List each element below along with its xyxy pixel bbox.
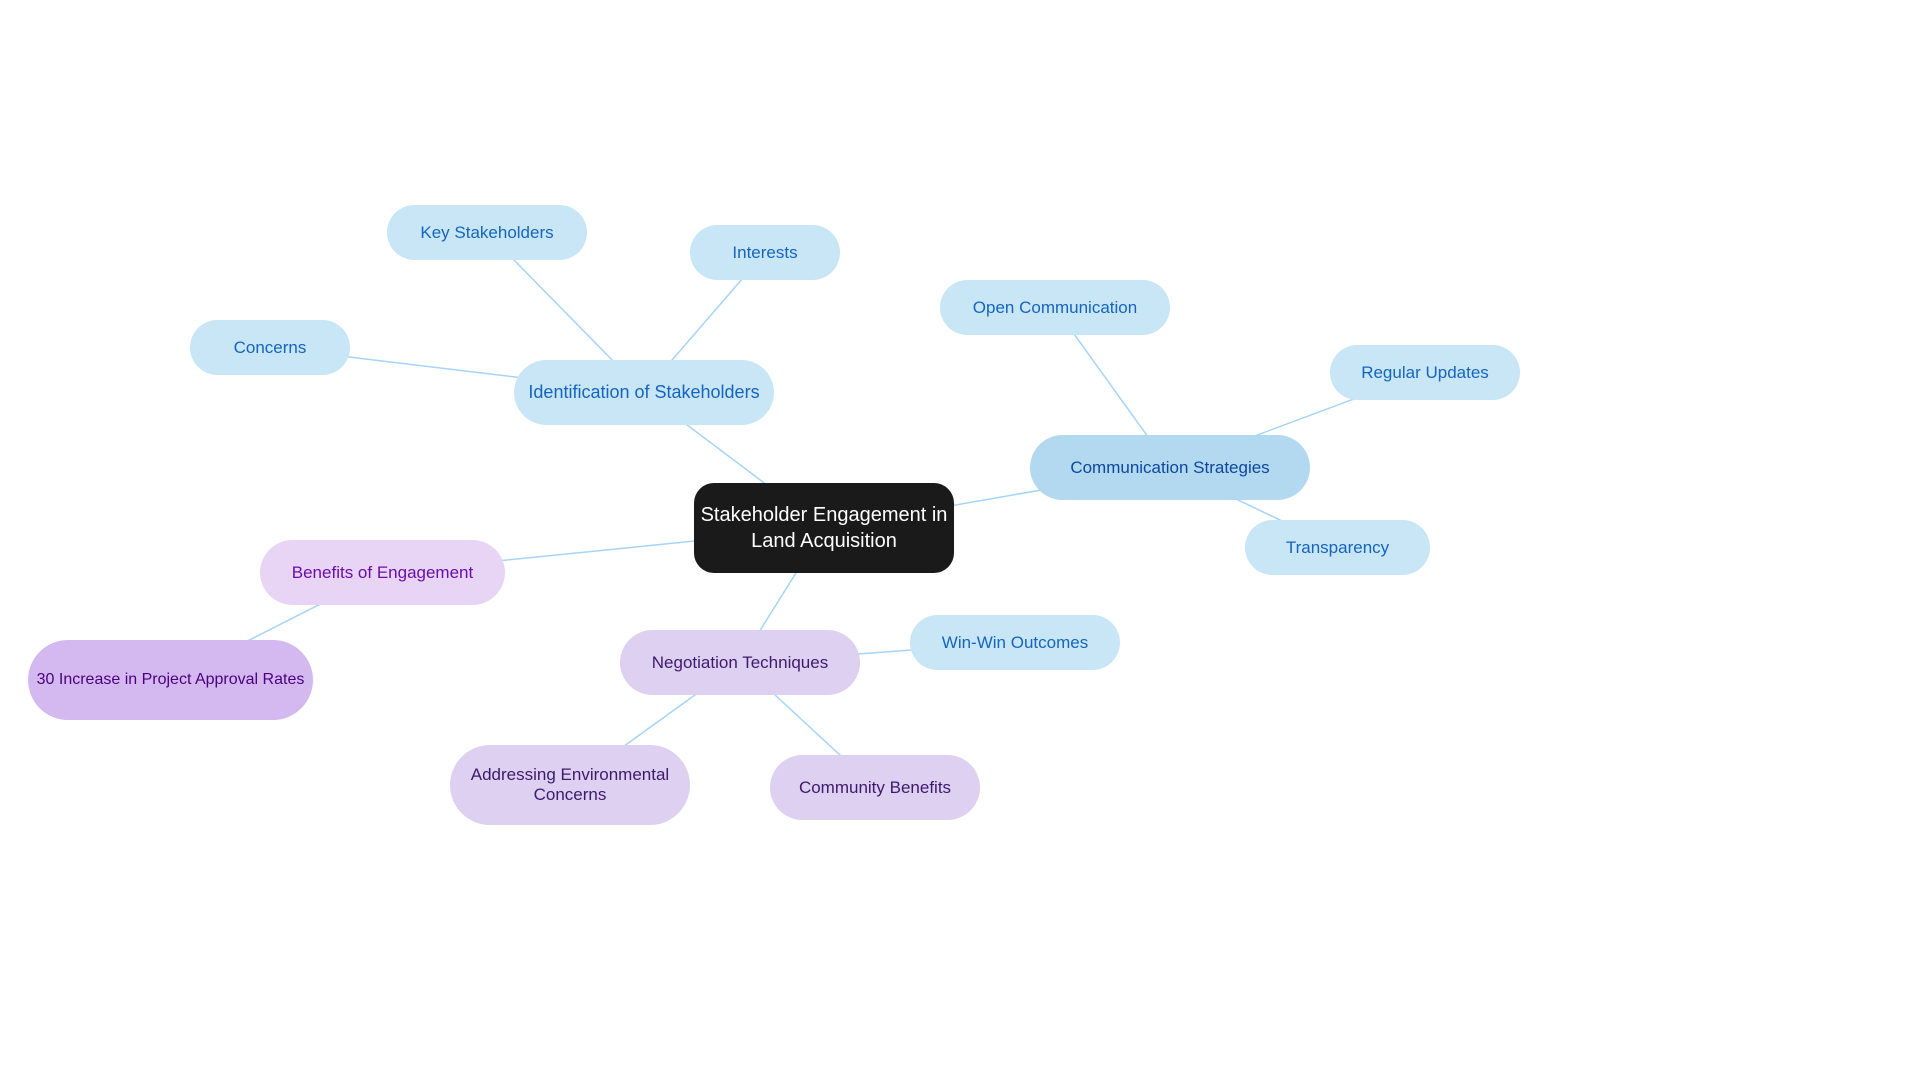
communication-strategies-label: Communication Strategies [1070,458,1269,478]
regular-updates-node[interactable]: Regular Updates [1330,345,1520,400]
community-benefits-node[interactable]: Community Benefits [770,755,980,820]
concerns-label: Concerns [234,338,307,358]
benefits-engagement-label: Benefits of Engagement [292,563,473,583]
addressing-environmental-label: Addressing Environmental Concerns [458,765,682,805]
win-win-outcomes-node[interactable]: Win-Win Outcomes [910,615,1120,670]
negotiation-techniques-label: Negotiation Techniques [652,653,828,673]
key-stakeholders-label: Key Stakeholders [420,223,553,243]
open-communication-node[interactable]: Open Communication [940,280,1170,335]
community-benefits-label: Community Benefits [799,778,951,798]
key-stakeholders-node[interactable]: Key Stakeholders [387,205,587,260]
center-node[interactable]: Stakeholder Engagement in Land Acquisiti… [694,483,954,573]
benefits-engagement-node[interactable]: Benefits of Engagement [260,540,505,605]
center-label: Stakeholder Engagement in Land Acquisiti… [701,502,948,554]
increase-approval-node[interactable]: 30 Increase in Project Approval Rates [28,640,313,720]
win-win-outcomes-label: Win-Win Outcomes [942,633,1088,653]
communication-strategies-node[interactable]: Communication Strategies [1030,435,1310,500]
regular-updates-label: Regular Updates [1361,363,1489,383]
identification-node[interactable]: Identification of Stakeholders [514,360,774,425]
concerns-node[interactable]: Concerns [190,320,350,375]
transparency-node[interactable]: Transparency [1245,520,1430,575]
identification-label: Identification of Stakeholders [528,382,759,403]
interests-label: Interests [732,243,797,263]
negotiation-techniques-node[interactable]: Negotiation Techniques [620,630,860,695]
transparency-label: Transparency [1286,538,1389,558]
increase-approval-label: 30 Increase in Project Approval Rates [37,671,305,689]
interests-node[interactable]: Interests [690,225,840,280]
open-communication-label: Open Communication [973,298,1137,318]
addressing-environmental-node[interactable]: Addressing Environmental Concerns [450,745,690,825]
